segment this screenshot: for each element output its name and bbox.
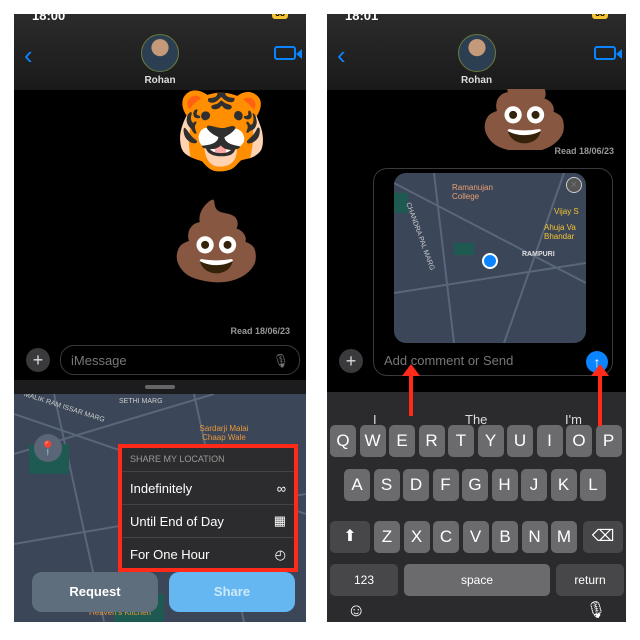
key-a[interactable]: A <box>344 469 370 501</box>
close-icon[interactable]: × <box>566 177 582 193</box>
menu-item-label: Indefinitely <box>130 480 193 496</box>
area-label: RAMPURI <box>522 251 555 258</box>
menu-item-indefinitely[interactable]: Indefinitely ∞ <box>122 472 294 505</box>
request-button[interactable]: Request <box>32 572 158 612</box>
plus-button[interactable]: + <box>339 349 363 373</box>
poi-label[interactable]: Ramanujan College <box>452 183 502 201</box>
plus-button[interactable]: + <box>26 348 50 372</box>
infinity-icon: ∞ <box>276 480 286 496</box>
pin-icon[interactable]: 📍 <box>34 434 62 462</box>
emoji-icon[interactable]: ☺ <box>347 600 365 621</box>
key-x[interactable]: X <box>403 521 430 553</box>
key-o[interactable]: O <box>566 425 592 457</box>
poi-label[interactable]: Sardarji Malai Chaap Wale <box>194 424 254 442</box>
menu-item-for-one-hour[interactable]: For One Hour ◴ <box>122 538 294 571</box>
sheet-grabber[interactable] <box>14 380 306 394</box>
status-bar: 18:00 68 <box>32 14 288 23</box>
message-input[interactable]: Ramanujan College Vijay S Ahuja Va Bhand… <box>373 168 613 376</box>
key-w[interactable]: W <box>359 425 386 457</box>
key-e[interactable]: E <box>389 425 415 457</box>
keyboard: I The I'm ⬆ ⌫ 123 space return ☺ 🎙 QWERT… <box>327 392 626 622</box>
right-phone-screen: ‹ Rohan 18:0168 💩 Read 18/06/23 + Ramanu… <box>327 14 626 622</box>
back-chevron-icon[interactable]: ‹ <box>24 40 33 71</box>
video-call-icon[interactable] <box>594 46 622 60</box>
key-g[interactable]: G <box>462 469 488 501</box>
avatar[interactable] <box>141 34 179 72</box>
mic-icon[interactable]: 🎙 <box>272 353 289 369</box>
battery-icon: 68 <box>591 14 608 19</box>
input-placeholder: iMessage <box>71 353 127 368</box>
shift-key[interactable]: ⬆ <box>330 521 370 553</box>
status-time: 18:01 <box>345 14 379 23</box>
key-q[interactable]: Q <box>330 425 356 457</box>
key-y[interactable]: Y <box>477 425 504 457</box>
key-h[interactable]: H <box>491 469 518 501</box>
share-button[interactable]: Share <box>169 572 295 612</box>
menu-item-label: Until End of Day <box>130 513 224 529</box>
street-label: SETHI MARG <box>119 398 163 405</box>
conversation-header: ‹ Rohan <box>327 14 626 90</box>
key-z[interactable]: Z <box>374 521 400 553</box>
backspace-key[interactable]: ⌫ <box>583 521 623 553</box>
key-p[interactable]: P <box>595 425 622 457</box>
read-receipt: Read 18/06/23 <box>230 326 290 336</box>
key-v[interactable]: V <box>462 521 489 553</box>
left-phone-screen: ‹ Rohan 18:00 68 🐯 💩 Read 18/06/23 + iMes… <box>14 14 306 622</box>
poi-label[interactable]: Vijay S <box>554 207 579 216</box>
status-bar: 18:01 68 <box>345 14 608 23</box>
key-b[interactable]: B <box>492 521 518 553</box>
tiger-sticker[interactable]: 🐯 <box>174 94 269 170</box>
menu-item-until-end-of-day[interactable]: Until End of Day ▦ <box>122 505 294 538</box>
contact-name[interactable]: Rohan <box>327 75 626 86</box>
menu-item-label: For One Hour <box>130 547 210 562</box>
key-c[interactable]: C <box>433 521 459 553</box>
avatar[interactable] <box>457 34 496 72</box>
numbers-key[interactable]: 123 <box>330 564 398 596</box>
key-t[interactable]: T <box>448 425 474 457</box>
status-time: 18:00 <box>32 14 66 23</box>
key-d[interactable]: D <box>403 469 429 501</box>
location-preview-map[interactable]: Ramanujan College Vijay S Ahuja Va Bhand… <box>394 173 586 343</box>
read-receipt: Read 18/06/23 <box>554 146 614 156</box>
key-j[interactable]: J <box>521 469 547 501</box>
key-s[interactable]: S <box>373 469 400 501</box>
key-i[interactable]: I <box>536 425 563 457</box>
back-chevron-icon[interactable]: ‹ <box>337 40 346 71</box>
poi-label[interactable]: Ahuja Va Bhandar <box>544 223 586 241</box>
menu-header: SHARE MY LOCATION <box>122 448 294 472</box>
message-input[interactable]: iMessage 🎙 <box>60 345 300 375</box>
mic-icon[interactable]: 🎙 <box>586 600 606 620</box>
video-call-icon[interactable] <box>274 46 302 60</box>
key-r[interactable]: R <box>418 425 445 457</box>
space-key[interactable]: space <box>404 564 550 596</box>
calendar-icon: ▦ <box>273 513 286 528</box>
contact-name[interactable]: Rohan <box>14 75 306 86</box>
key-u[interactable]: U <box>507 425 533 457</box>
key-l[interactable]: L <box>580 469 606 501</box>
key-n[interactable]: N <box>521 521 548 553</box>
share-location-menu: SHARE MY LOCATION Indefinitely ∞ Until En… <box>118 444 298 572</box>
key-f[interactable]: F <box>432 469 459 501</box>
conversation-header: ‹ Rohan <box>14 14 306 90</box>
clock-icon: ◴ <box>274 546 286 562</box>
poop-sticker[interactable]: 💩 <box>169 204 264 280</box>
battery-icon: 68 <box>271 14 288 19</box>
return-key[interactable]: return <box>556 564 624 596</box>
annotation-arrow <box>402 364 420 416</box>
key-m[interactable]: M <box>551 521 577 553</box>
annotation-arrow <box>591 364 609 426</box>
key-k[interactable]: K <box>550 469 577 501</box>
current-location-dot <box>482 253 498 269</box>
